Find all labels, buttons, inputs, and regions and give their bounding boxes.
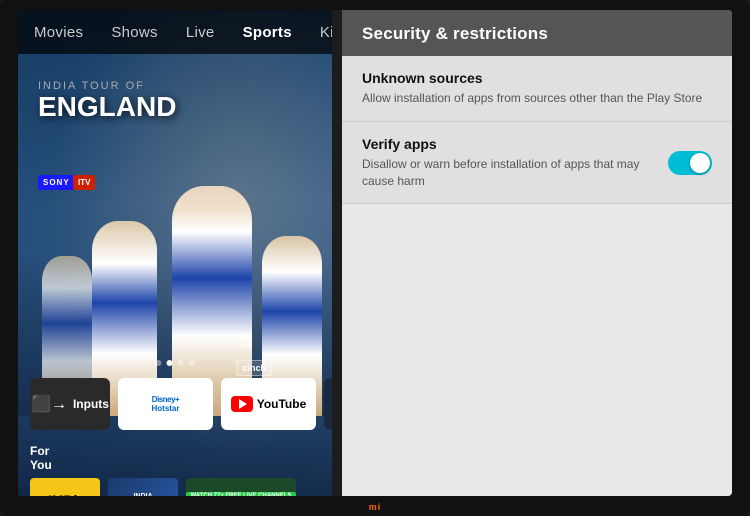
live-badge: WATCH 77+ FREE LIVE CHANNELS — [186, 492, 295, 496]
xiaomi-logo: mi — [369, 502, 382, 512]
nav-item-live[interactable]: Live — [186, 24, 215, 41]
unknown-sources-item[interactable]: Unknown sources Allow installation of ap… — [342, 56, 732, 122]
inputs-icon: ⬛→ — [31, 394, 67, 414]
app-disney-hotstar[interactable]: Disney+ Hotstar — [118, 378, 213, 430]
youtube-icon — [231, 396, 253, 412]
security-panel: Security & restrictions Unknown sources … — [342, 10, 732, 496]
nav-item-sports[interactable]: Sports — [243, 24, 292, 41]
verify-apps-item[interactable]: Verify apps Disallow or warn before inst… — [342, 122, 732, 205]
dot-2 — [167, 360, 173, 366]
live-channels-tile[interactable]: WATCH 77+ FREE LIVE CHANNELS NEWS | MOVI… — [186, 478, 296, 496]
youtube-play-icon — [239, 399, 247, 409]
for-you-section: For You IMDb INDIA TOP 100 WATCH 77+ FRE… — [18, 438, 42, 496]
app-prime-video[interactable]: prime video — [324, 378, 332, 430]
players-area — [18, 156, 332, 416]
hero-text: INDIA TOUR OF ENGLAND — [38, 80, 176, 123]
progress-dots — [156, 360, 195, 366]
unknown-sources-desc: Allow installation of apps from sources … — [362, 90, 712, 107]
brand-nb: nb — [241, 341, 252, 351]
dot-3 — [178, 360, 184, 366]
panel-title: Security & restrictions — [362, 24, 712, 44]
verify-apps-desc: Disallow or warn before installation of … — [362, 156, 652, 190]
india-top-tile[interactable]: INDIA TOP 100 — [108, 478, 178, 496]
nav-item-kids[interactable]: Kids — [320, 24, 332, 41]
dot-1 — [156, 360, 162, 366]
imdb-tile[interactable]: IMDb — [30, 478, 100, 496]
verify-apps-content: Verify apps Disallow or warn before inst… — [362, 136, 652, 190]
imdb-text: IMDb — [48, 492, 82, 496]
tv-bezel: Movies Shows Live Sports Kids Mus INDIA … — [0, 0, 750, 516]
app-row: ⬛→ Inputs Disney+ Hotstar YouTube prime … — [18, 372, 42, 436]
brand-cinch: cinch — [236, 360, 272, 376]
nav-bar: Movies Shows Live Sports Kids Mus — [18, 10, 332, 54]
app-youtube[interactable]: YouTube — [221, 378, 316, 430]
india-line1: INDIA — [133, 493, 152, 496]
verify-apps-name: Verify apps — [362, 136, 652, 152]
app-inputs[interactable]: ⬛→ Inputs — [30, 378, 110, 430]
nav-item-shows[interactable]: Shows — [111, 24, 158, 41]
hotstar-text: Hotstar — [151, 404, 179, 413]
hero-area: Movies Shows Live Sports Kids Mus INDIA … — [18, 10, 332, 496]
toggle-thumb — [690, 153, 710, 173]
unknown-sources-name: Unknown sources — [362, 70, 712, 86]
dot-4 — [189, 360, 195, 366]
panel-header: Security & restrictions — [342, 10, 732, 56]
disney-text: Disney+ — [152, 395, 179, 404]
tv-screen: Movies Shows Live Sports Kids Mus INDIA … — [18, 10, 732, 496]
hero-title: ENGLAND — [38, 92, 176, 123]
panel-body: Unknown sources Allow installation of ap… — [342, 56, 732, 204]
nav-item-movies[interactable]: Movies — [34, 24, 83, 41]
youtube-label: YouTube — [257, 397, 307, 411]
inputs-label: Inputs — [73, 397, 109, 411]
verify-apps-toggle[interactable] — [668, 151, 712, 175]
